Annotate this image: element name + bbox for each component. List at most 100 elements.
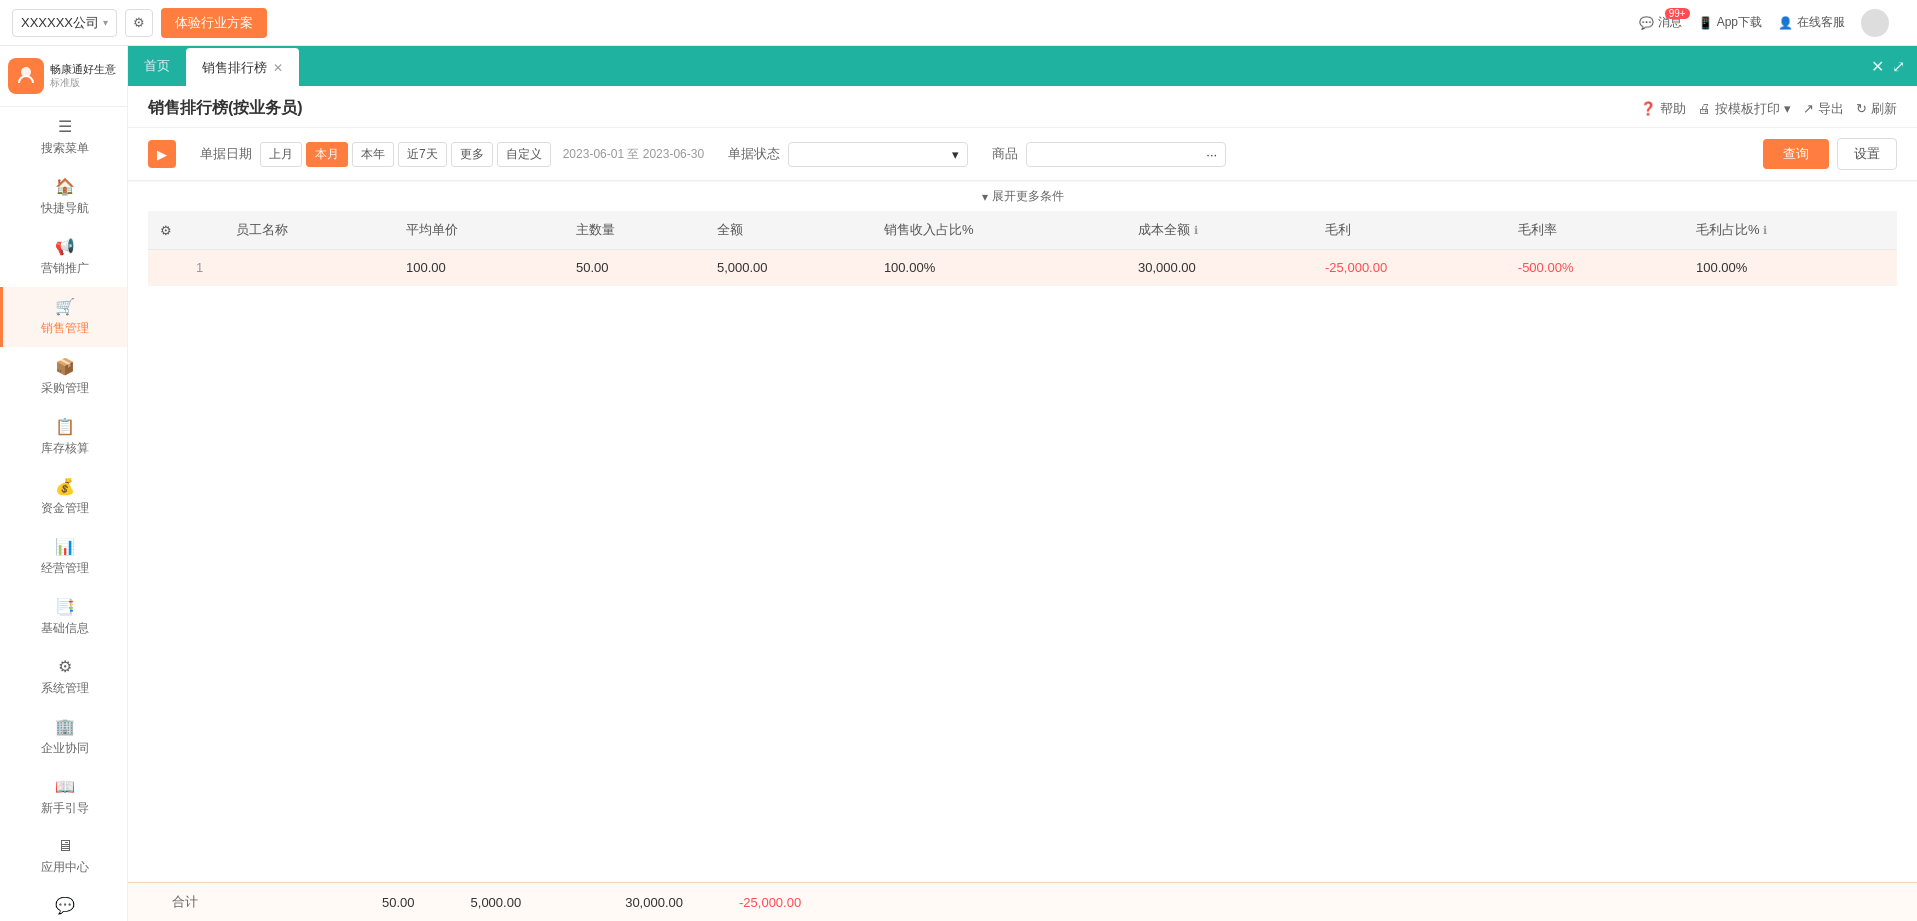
date-filter-group: 单据日期 上月 本月 本年 近7天 更多 自定义 2023-06-01 至 20… [200, 142, 704, 167]
date-btn-this-year[interactable]: 本年 [352, 142, 394, 167]
expand-label: 展开更多条件 [992, 188, 1064, 205]
top-bar: XXXXXX公司 ▾ ⚙ 体验行业方案 💬 消息 99+ 📱 App下载 👤 在… [0, 0, 1917, 46]
sidebar-label-guide: 新手引导 [41, 800, 89, 817]
export-button[interactable]: ↗ 导出 [1803, 100, 1844, 118]
table-wrapper: ⚙ 员工名称 平均单价 主数量 全额 销售收入占比% 成本全额 ℹ 毛利 [128, 211, 1917, 882]
footer-cells: 合计 50.00 5,000.00 30,000.00 -25,000.00 [160, 893, 1885, 911]
tab-sales-rank[interactable]: 销售排行榜 ✕ [186, 48, 299, 88]
operation-icon: 📊 [55, 537, 75, 556]
message-badge: 99+ [1665, 8, 1690, 19]
sidebar-item-operation[interactable]: 📊 经营管理 [0, 527, 127, 587]
sidebar-item-purchase[interactable]: 📦 采购管理 [0, 347, 127, 407]
date-btn-this-month[interactable]: 本月 [306, 142, 348, 167]
query-button[interactable]: 查询 [1763, 139, 1829, 169]
sales-icon: 🛒 [55, 297, 75, 316]
footer-amount: 5,000.00 [459, 895, 534, 910]
filter-collapse-btn[interactable]: ▶ [148, 140, 176, 168]
sidebar-item-basic[interactable]: 📑 基础信息 [0, 587, 127, 647]
company-selector[interactable]: XXXXXX公司 ▾ [12, 9, 117, 37]
date-btn-last-month[interactable]: 上月 [260, 142, 302, 167]
tab-home-label: 首页 [144, 57, 170, 75]
settings-icon-btn[interactable]: ⚙ [125, 9, 153, 37]
sidebar-label-apps: 应用中心 [41, 859, 89, 876]
content-area: 首页 销售排行榜 ✕ ✕ ⤢ 销售排行榜(按业务员) ❓ 帮助 [128, 46, 1917, 921]
status-filter-group: 单据状态 ▾ [728, 142, 968, 167]
th-settings[interactable]: ⚙ [148, 211, 184, 250]
sidebar-label-search: 搜索菜单 [41, 140, 89, 157]
table-footer: 合计 50.00 5,000.00 30,000.00 -25,000.00 [128, 882, 1917, 921]
help-label: 帮助 [1660, 100, 1686, 118]
print-icon: 🖨 [1698, 101, 1711, 116]
cell-sales-pct: 100.00% [872, 250, 1126, 286]
top-bar-left: XXXXXX公司 ▾ ⚙ 体验行业方案 [12, 8, 267, 38]
sidebar-label-enterprise: 企业协同 [41, 740, 89, 757]
search-menu-icon: ☰ [58, 117, 72, 136]
sidebar-item-system[interactable]: ⚙ 系统管理 [0, 647, 127, 707]
guide-icon: 📖 [55, 777, 75, 796]
footer-cost: 30,000.00 [613, 895, 695, 910]
date-range-text: 2023-06-01 至 2023-06-30 [563, 146, 704, 163]
sidebar-item-finance[interactable]: 💰 资金管理 [0, 467, 127, 527]
goods-input[interactable]: ··· [1026, 142, 1226, 167]
goods-filter-label: 商品 [992, 145, 1018, 163]
sidebar-item-guide[interactable]: 📖 新手引导 [0, 767, 127, 827]
tab-close-window-icon[interactable]: ✕ [1871, 57, 1884, 76]
sidebar-label-finance: 资金管理 [41, 500, 89, 517]
tab-home[interactable]: 首页 [128, 46, 186, 86]
expand-icon: ▾ [982, 190, 988, 204]
sidebar-label-inventory: 库存核算 [41, 440, 89, 457]
date-btn-custom[interactable]: 自定义 [497, 142, 551, 167]
trial-button[interactable]: 体验行业方案 [161, 8, 267, 38]
sidebar-item-search[interactable]: ☰ 搜索菜单 [0, 107, 127, 167]
cell-cost: 30,000.00 [1126, 250, 1313, 286]
table-row: 1 100.00 50.00 5,000.00 100.00% 30,000.0… [148, 250, 1897, 286]
template-print-button[interactable]: 🖨 按模板打印 ▾ [1698, 100, 1791, 118]
basic-icon: 📑 [55, 597, 75, 616]
online-service-label: 在线客服 [1797, 14, 1845, 31]
settings-button[interactable]: 设置 [1837, 138, 1897, 170]
cell-margin-rate: -500.00% [1506, 250, 1684, 286]
th-margin-pct: 毛利占比% ℹ [1684, 211, 1897, 250]
apps-icon: 🖥 [57, 837, 73, 855]
sidebar-label-operation: 经营管理 [41, 560, 89, 577]
cost-info-icon[interactable]: ℹ [1194, 224, 1198, 236]
top-bar-right: 💬 消息 99+ 📱 App下载 👤 在线客服 [1639, 9, 1905, 37]
app-download-btn[interactable]: 📱 App下载 [1698, 14, 1762, 31]
footer-profit: -25,000.00 [727, 895, 813, 910]
sidebar-item-shortcut[interactable]: 🏠 快捷导航 [0, 167, 127, 227]
cell-settings [148, 250, 184, 286]
print-chevron-icon: ▾ [1784, 101, 1791, 116]
date-btn-7days[interactable]: 近7天 [398, 142, 447, 167]
tab-maximize-icon[interactable]: ⤢ [1892, 57, 1905, 76]
sidebar-label-sales: 销售管理 [41, 320, 89, 337]
avatar[interactable] [1861, 9, 1889, 37]
th-profit: 毛利 [1313, 211, 1506, 250]
message-icon: 💬 [1639, 16, 1654, 30]
cell-rank: 1 [184, 250, 224, 286]
margin-pct-info-icon[interactable]: ℹ [1763, 224, 1767, 236]
app-download-label: App下载 [1717, 14, 1762, 31]
enterprise-icon: 🏢 [55, 717, 75, 736]
sidebar-item-inventory[interactable]: 📋 库存核算 [0, 407, 127, 467]
status-select[interactable]: ▾ [788, 142, 968, 167]
th-margin-rate: 毛利率 [1506, 211, 1684, 250]
tab-close-icon[interactable]: ✕ [273, 61, 283, 75]
sidebar-item-sales[interactable]: 🛒 销售管理 [0, 287, 127, 347]
purchase-icon: 📦 [55, 357, 75, 376]
sidebar-item-apps[interactable]: 🖥 应用中心 [0, 827, 127, 886]
refresh-button[interactable]: ↻ 刷新 [1856, 100, 1897, 118]
sidebar-item-marketing[interactable]: 📢 营销推广 [0, 227, 127, 287]
tab-bar: 首页 销售排行榜 ✕ ✕ ⤢ [128, 46, 1917, 86]
logo-icon [8, 58, 44, 94]
help-button[interactable]: ❓ 帮助 [1640, 100, 1686, 118]
expand-filter-row[interactable]: ▾ 展开更多条件 [128, 181, 1917, 211]
service-icon: 👤 [1778, 16, 1793, 30]
sidebar-item-enterprise[interactable]: 🏢 企业协同 [0, 707, 127, 767]
sidebar-item-wechat[interactable]: 💬 企业微信 [0, 886, 127, 921]
online-service-btn[interactable]: 👤 在线客服 [1778, 14, 1845, 31]
message-btn[interactable]: 💬 消息 99+ [1639, 14, 1682, 31]
refresh-label: 刷新 [1871, 100, 1897, 118]
date-btn-more[interactable]: 更多 [451, 142, 493, 167]
marketing-icon: 📢 [55, 237, 75, 256]
template-print-label: 按模板打印 [1715, 100, 1780, 118]
